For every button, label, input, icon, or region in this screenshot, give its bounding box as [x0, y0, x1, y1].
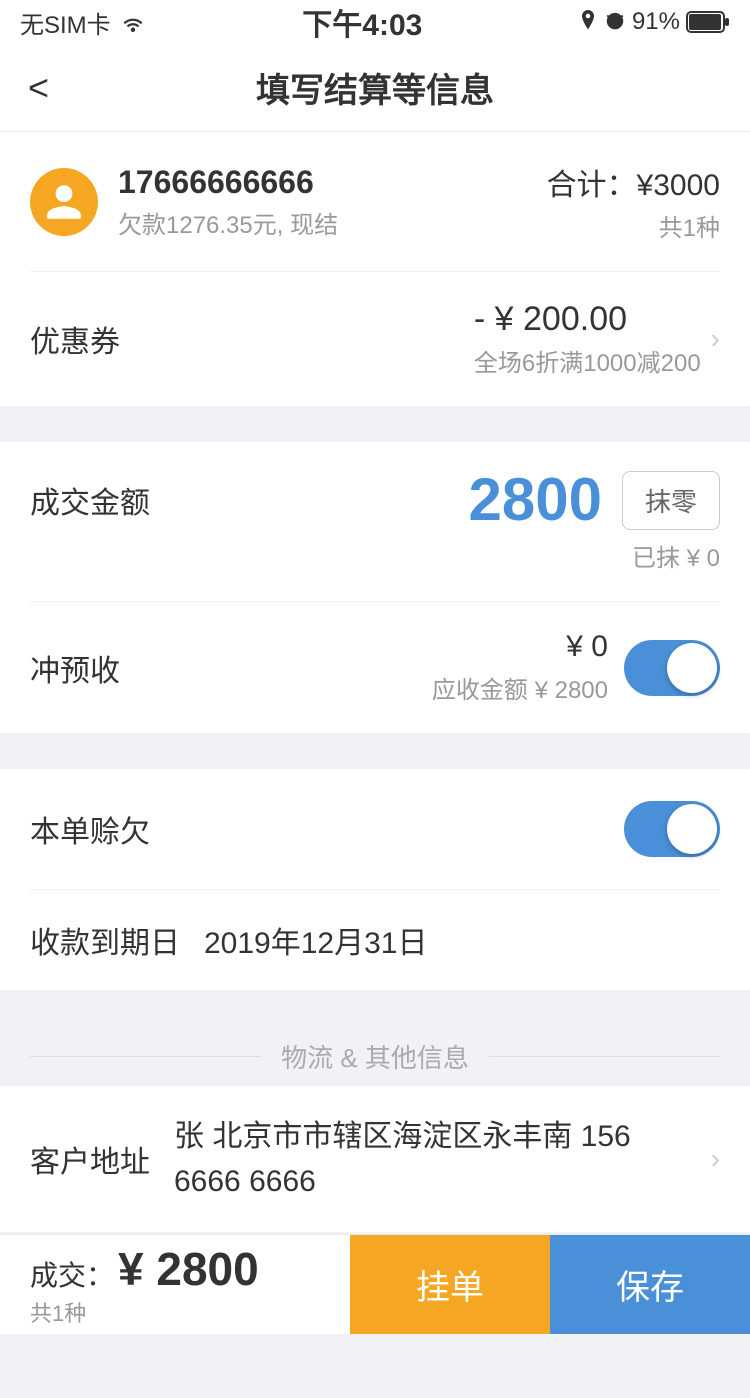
bottom-deal-label: 成交：: [30, 1254, 114, 1294]
customer-debt: 欠款1276.35元, 现结: [118, 205, 338, 240]
gray-separator-1: [0, 422, 750, 442]
address-section: 客户地址 张 北京市市辖区海淀区永丰南 156 6666 6666 ›: [0, 1086, 750, 1232]
page-title: 填写结算等信息: [256, 63, 494, 112]
logistics-separator: 物流 & 其他信息: [0, 1026, 750, 1086]
customer-row: 17666666666 欠款1276.35元, 现结 合计：¥3000 共1种: [0, 132, 750, 271]
status-right: 91%: [578, 8, 730, 36]
logistics-text: 物流 & 其他信息: [261, 1038, 489, 1075]
logistics-line-right: [489, 1056, 720, 1057]
gray-separator-2: [0, 749, 750, 769]
coupon-info: - ¥ 200.00 全场6折满1000减200: [474, 300, 701, 378]
duedate-row: 收款到期日 2019年12月31日: [0, 890, 750, 990]
prepay-value: ¥ 0: [566, 630, 608, 664]
battery-icon: [686, 11, 730, 33]
carrier-text: 无SIM卡: [20, 5, 111, 40]
coupon-label: 优惠券: [30, 317, 120, 361]
duedate-value: 2019年12月31日: [204, 918, 427, 962]
customer-total: 合计：¥3000: [547, 160, 720, 204]
bottom-bar: 成交： ¥ 2800 共1种 挂单 保存: [0, 1234, 750, 1334]
customer-avatar: [30, 168, 98, 236]
location-icon: [578, 10, 598, 34]
coupon-amount: - ¥ 200.00: [474, 300, 701, 339]
nav-bar: < 填写结算等信息: [0, 44, 750, 132]
round-button[interactable]: 抹零: [622, 471, 720, 530]
save-button[interactable]: 保存: [550, 1235, 750, 1334]
debt-label: 本单赊欠: [30, 807, 150, 851]
amount-label: 成交金额: [30, 478, 150, 522]
debt-toggle[interactable]: [624, 801, 720, 857]
customer-info: 17666666666 欠款1276.35元, 现结: [118, 164, 338, 240]
wifi-icon: [119, 12, 147, 32]
bottom-count: 共1种: [30, 1296, 320, 1328]
address-value: 张 北京市市辖区海淀区永丰南 156 6666 6666: [174, 1114, 701, 1204]
customer-phone: 17666666666: [118, 164, 338, 201]
prepay-values: ¥ 0 应收金额 ¥ 2800: [432, 630, 608, 705]
hang-button[interactable]: 挂单: [350, 1235, 550, 1334]
prepay-row: 冲预收 ¥ 0 应收金额 ¥ 2800: [0, 602, 750, 733]
customer-right: 合计：¥3000 共1种: [547, 160, 720, 243]
address-row[interactable]: 客户地址 张 北京市市辖区海淀区永丰南 156 6666 6666 ›: [0, 1086, 750, 1232]
battery-text: 91%: [632, 8, 680, 36]
duedate-label: 收款到期日: [30, 918, 180, 962]
bottom-amount: ¥ 2800: [118, 1242, 259, 1296]
prepay-sub: 应收金额 ¥ 2800: [432, 670, 608, 705]
coupon-right: - ¥ 200.00 全场6折满1000减200 ›: [474, 300, 720, 378]
transaction-value: 2800: [469, 470, 602, 530]
amount-right: 2800 抹零: [469, 470, 721, 530]
amount-sub-text: 已抹 ¥ 0: [30, 538, 720, 573]
customer-count: 共1种: [547, 208, 720, 243]
bottom-info: 成交： ¥ 2800 共1种: [0, 1235, 350, 1334]
gray-separator-3: [0, 1006, 750, 1026]
status-bar: 无SIM卡 下午4:03 91%: [0, 0, 750, 44]
customer-left: 17666666666 欠款1276.35元, 现结: [30, 164, 338, 240]
status-time: 下午4:03: [302, 0, 422, 44]
debt-row: 本单赊欠: [0, 769, 750, 889]
coupon-chevron-icon: ›: [711, 323, 720, 355]
amount-row: 成交金额 2800 抹零: [30, 470, 720, 530]
status-left: 无SIM卡: [20, 5, 147, 40]
coupon-description: 全场6折满1000减200: [474, 343, 701, 378]
prepay-right: ¥ 0 应收金额 ¥ 2800: [432, 630, 720, 705]
coupon-row[interactable]: 优惠券 - ¥ 200.00 全场6折满1000减200 ›: [0, 272, 750, 406]
customer-section: 17666666666 欠款1276.35元, 现结 合计：¥3000 共1种 …: [0, 132, 750, 406]
address-label: 客户地址: [30, 1137, 150, 1181]
avatar-icon: [43, 181, 85, 223]
debt-section: 本单赊欠 收款到期日 2019年12月31日: [0, 769, 750, 990]
prepay-toggle[interactable]: [624, 640, 720, 696]
prepay-label: 冲预收: [30, 646, 120, 690]
address-chevron-icon: ›: [711, 1143, 720, 1175]
alarm-icon: [604, 11, 626, 33]
amount-section: 成交金额 2800 抹零 已抹 ¥ 0: [0, 442, 750, 601]
transaction-section: 成交金额 2800 抹零 已抹 ¥ 0 冲预收 ¥ 0 应收金额 ¥ 2800: [0, 442, 750, 733]
logistics-line-left: [30, 1056, 261, 1057]
back-button[interactable]: <: [28, 67, 49, 109]
